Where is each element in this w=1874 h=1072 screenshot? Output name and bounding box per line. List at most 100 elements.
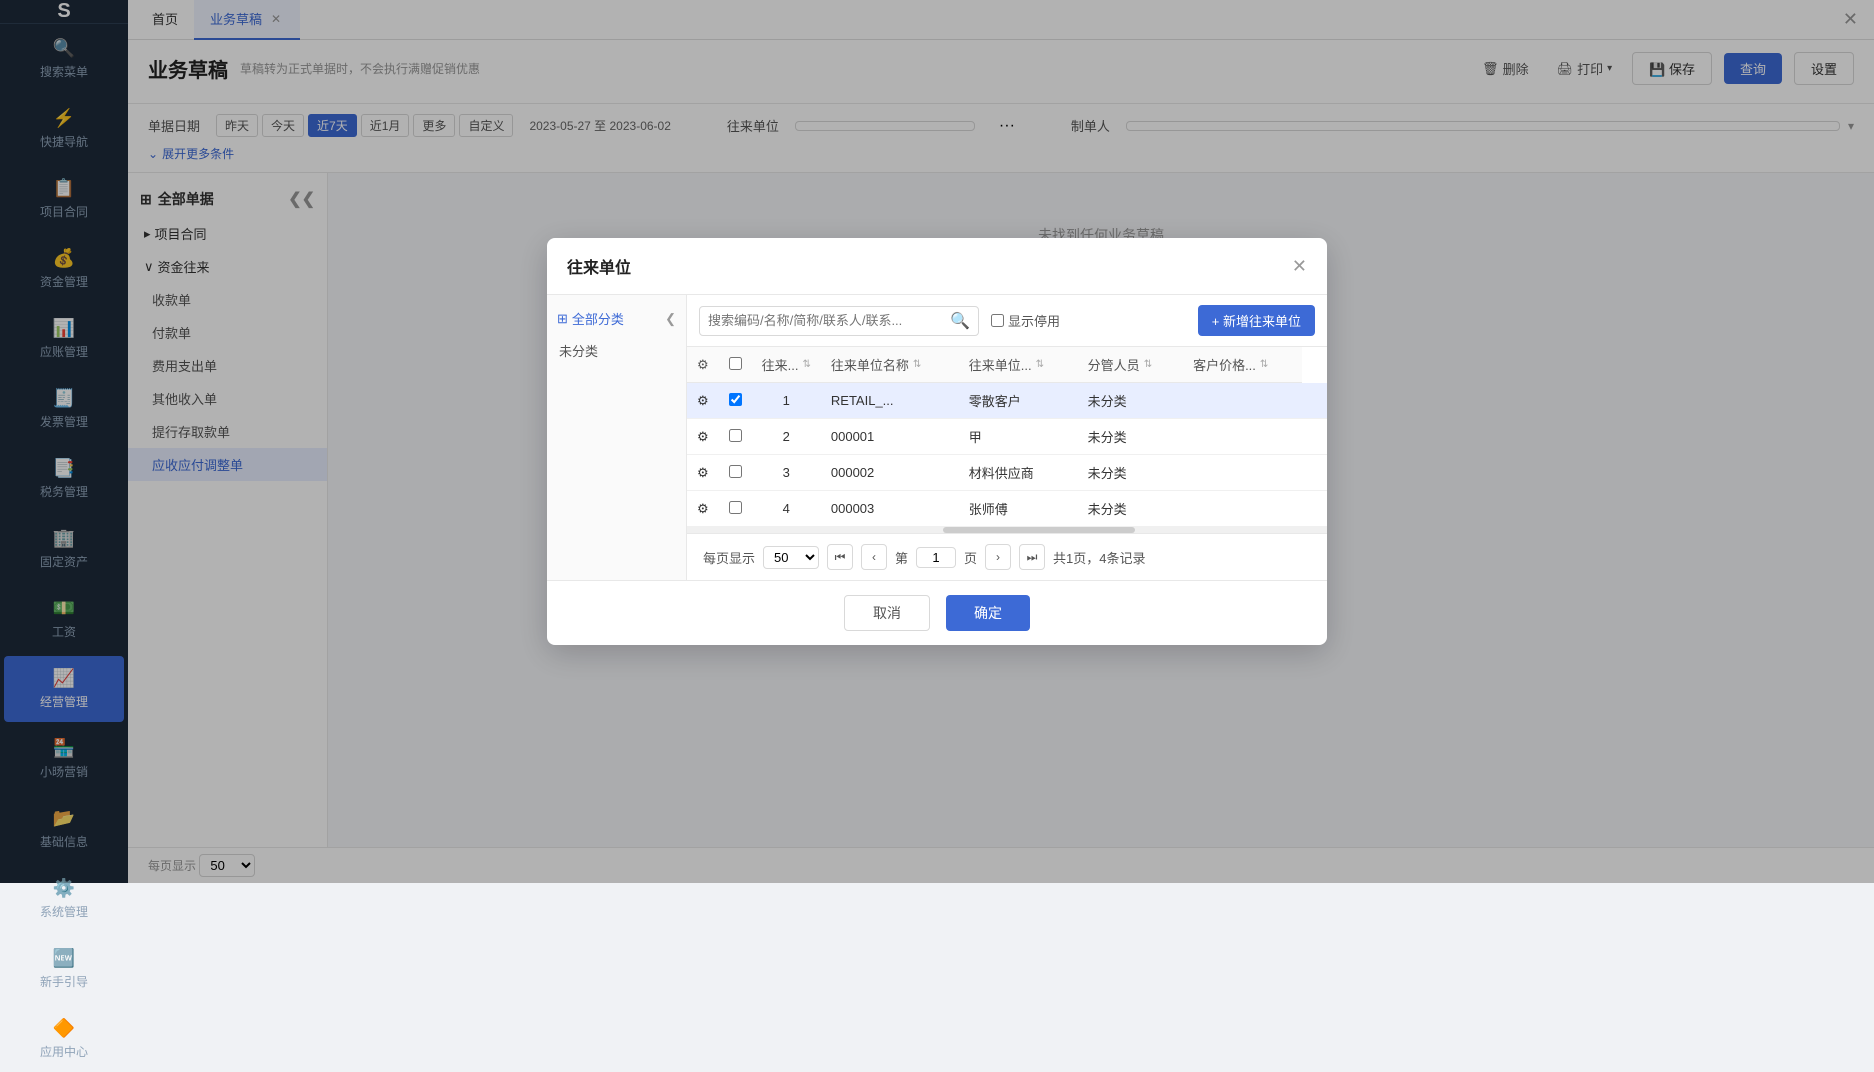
- modal-table-row[interactable]: ⚙ 3 000002 材料供应商 未分类: [687, 455, 1327, 491]
- row-num: 3: [752, 455, 821, 491]
- next-page-button[interactable]: ›: [985, 544, 1011, 570]
- row-category: 未分类: [1078, 455, 1183, 491]
- row-settings[interactable]: ⚙: [687, 383, 719, 419]
- row-manager: [1183, 419, 1302, 455]
- cancel-button[interactable]: 取消: [844, 595, 930, 631]
- modal-footer: 取消 确定: [547, 580, 1327, 645]
- modal-left-item-uncategorized[interactable]: 未分类: [547, 334, 686, 367]
- row-check[interactable]: [719, 491, 752, 527]
- row-manager: [1183, 383, 1302, 419]
- page-label: 第: [895, 548, 908, 567]
- row-category: 未分类: [1078, 419, 1183, 455]
- row-check[interactable]: [719, 455, 752, 491]
- modal-header: 往来单位 ✕: [547, 238, 1327, 295]
- row-checkbox[interactable]: [729, 393, 742, 406]
- sort-icon-3: ⇅: [1036, 359, 1044, 370]
- modal-table-row[interactable]: ⚙ 1 RETAIL_... 零散客户 未分类: [687, 383, 1327, 419]
- th-name: 往来单位名称 ⇅: [821, 347, 959, 383]
- modal-table-row[interactable]: ⚙ 4 000003 张师傅 未分类: [687, 491, 1327, 527]
- confirm-button[interactable]: 确定: [946, 595, 1030, 631]
- modal-search-box[interactable]: 🔍: [699, 306, 979, 336]
- row-settings[interactable]: ⚙: [687, 455, 719, 491]
- modal-left-collapse-icon[interactable]: ❮: [665, 311, 676, 327]
- th-code: 往来... ⇅: [752, 347, 821, 383]
- row-price: [1302, 383, 1327, 419]
- modal-toolbar: 🔍 显示停用 + 新增往来单位: [687, 295, 1327, 347]
- sidebar-item-guide[interactable]: 🆕 新手引导: [4, 936, 124, 1002]
- row-settings[interactable]: ⚙: [687, 419, 719, 455]
- modal-left-nav-label: 全部分类: [572, 309, 624, 328]
- search-icon: 🔍: [950, 311, 970, 331]
- row-price: [1302, 455, 1327, 491]
- per-page-select[interactable]: 50 100: [763, 546, 819, 569]
- modal-body: ⊞ 全部分类 ❮ 未分类 🔍 显示停用: [547, 295, 1327, 580]
- last-page-button[interactable]: ⏭: [1019, 544, 1045, 570]
- row-code: RETAIL_...: [821, 383, 959, 419]
- row-check[interactable]: [719, 383, 752, 419]
- row-name: 零散客户: [959, 383, 1078, 419]
- sidebar-label: 新手引导: [40, 973, 88, 990]
- modal-overlay: 往来单位 ✕ ⊞ 全部分类 ❮ 未分类: [0, 0, 1874, 883]
- show-disabled-checkbox[interactable]: 显示停用: [991, 311, 1060, 330]
- row-num: 2: [752, 419, 821, 455]
- row-num: 1: [752, 383, 821, 419]
- row-num: 4: [752, 491, 821, 527]
- row-price: [1302, 491, 1327, 527]
- guide-icon: 🆕: [53, 948, 75, 969]
- modal-search-input[interactable]: [708, 313, 944, 328]
- modal-left-nav: ⊞ 全部分类 ❮ 未分类: [547, 295, 687, 580]
- row-manager: [1183, 491, 1302, 527]
- modal-dialog: 往来单位 ✕ ⊞ 全部分类 ❮ 未分类: [547, 238, 1327, 645]
- modal-table: ⚙ 往来... ⇅ 往来单位名: [687, 347, 1327, 527]
- modal-horizontal-scrollbar[interactable]: [687, 527, 1327, 533]
- th-name-label: 往来单位名称: [831, 355, 909, 374]
- row-settings[interactable]: ⚙: [687, 491, 719, 527]
- modal-close-button[interactable]: ✕: [1292, 256, 1307, 277]
- confirm-label: 确定: [974, 605, 1002, 621]
- row-name: 甲: [959, 419, 1078, 455]
- th-price: 客户价格... ⇅: [1183, 347, 1302, 383]
- sort-icon-4: ⇅: [1144, 359, 1152, 370]
- sort-icon-2: ⇅: [913, 359, 921, 370]
- prev-page-button[interactable]: ‹: [861, 544, 887, 570]
- show-disabled-label: 显示停用: [1008, 311, 1060, 330]
- row-manager: [1183, 455, 1302, 491]
- modal-left-header: ⊞ 全部分类 ❮: [547, 303, 686, 334]
- current-page-input[interactable]: [916, 547, 956, 568]
- modal-pagination: 每页显示 50 100 ⏮ ‹ 第 页 › ⏭ 共1页，4条记录: [687, 533, 1327, 580]
- add-counterpart-label: + 新增往来单位: [1212, 311, 1301, 330]
- select-all-checkbox[interactable]: [729, 357, 742, 370]
- disabled-checkbox-input[interactable]: [991, 314, 1004, 327]
- modal-table-wrap: ⚙ 往来... ⇅ 往来单位名: [687, 347, 1327, 527]
- row-category: 未分类: [1078, 383, 1183, 419]
- modal-right: 🔍 显示停用 + 新增往来单位 ⚙: [687, 295, 1327, 580]
- row-checkbox[interactable]: [729, 429, 742, 442]
- row-name: 张师傅: [959, 491, 1078, 527]
- row-checkbox[interactable]: [729, 465, 742, 478]
- row-price: [1302, 419, 1327, 455]
- cancel-label: 取消: [873, 605, 901, 621]
- row-name: 材料供应商: [959, 455, 1078, 491]
- sidebar-label: 系统管理: [40, 903, 88, 920]
- total-label: 共1页，4条记录: [1053, 548, 1145, 567]
- first-page-button[interactable]: ⏮: [827, 544, 853, 570]
- th-manager-label: 分管人员: [1088, 355, 1140, 374]
- sidebar-item-apps[interactable]: 🔶 应用中心: [4, 1006, 124, 1072]
- modal-table-row[interactable]: ⚙ 2 000001 甲 未分类: [687, 419, 1327, 455]
- add-counterpart-button[interactable]: + 新增往来单位: [1198, 305, 1315, 336]
- page-suffix: 页: [964, 548, 977, 567]
- modal-uncategorized-label: 未分类: [559, 344, 598, 359]
- grid-small-icon: ⊞: [557, 311, 568, 327]
- sort-icon-5: ⇅: [1260, 359, 1268, 370]
- row-check[interactable]: [719, 419, 752, 455]
- th-check[interactable]: [719, 347, 752, 383]
- per-page-label: 每页显示: [703, 548, 755, 567]
- th-settings[interactable]: ⚙: [687, 347, 719, 383]
- modal-title: 往来单位: [567, 254, 631, 278]
- row-code: 000003: [821, 491, 959, 527]
- th-manager: 分管人员 ⇅: [1078, 347, 1183, 383]
- row-checkbox[interactable]: [729, 501, 742, 514]
- sidebar-label: 应用中心: [40, 1043, 88, 1060]
- modal-scrollbar-thumb[interactable]: [943, 527, 1135, 533]
- th-code-label: 往来...: [762, 355, 799, 374]
